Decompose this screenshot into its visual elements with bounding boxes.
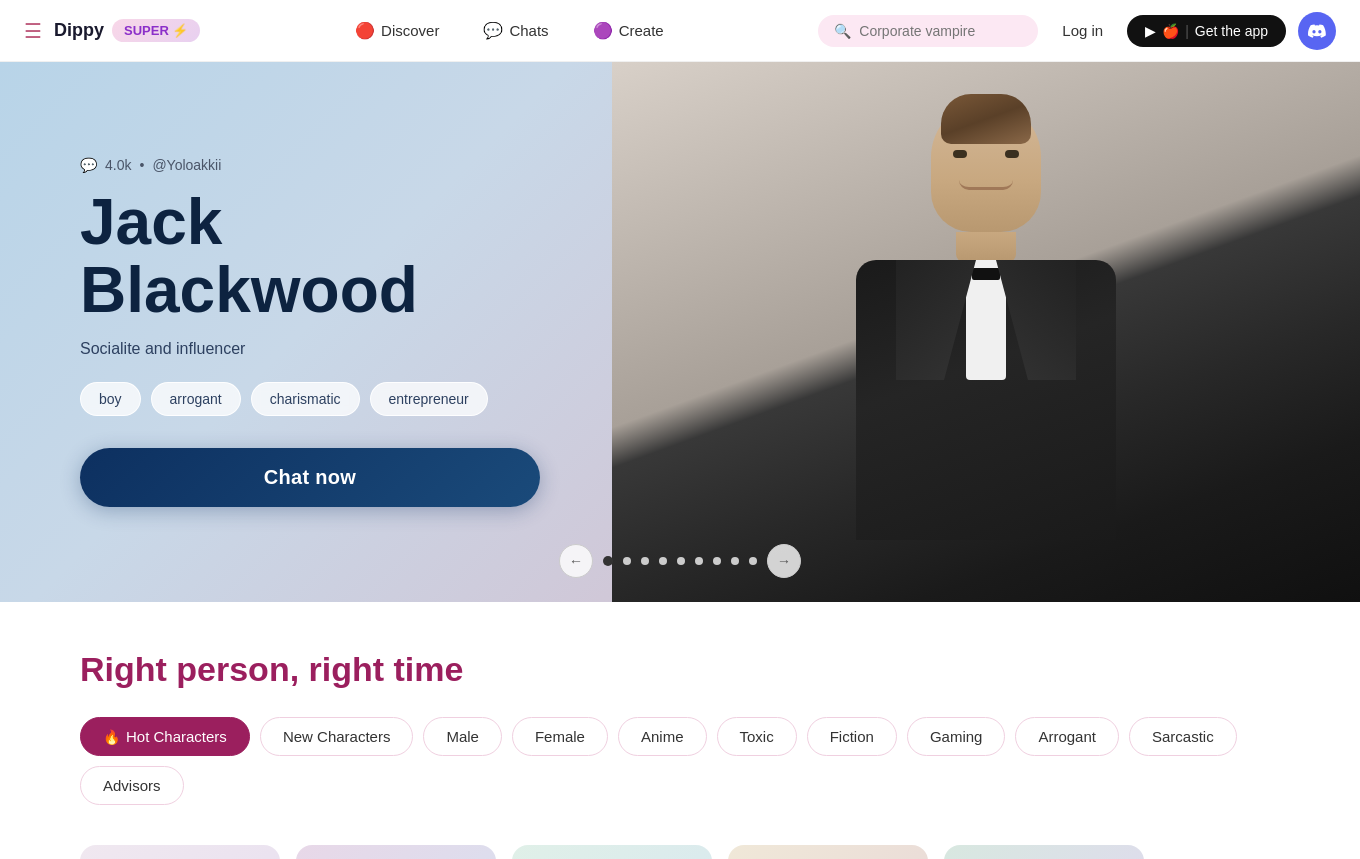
carousel-dot-4[interactable] (659, 557, 667, 565)
hero-name-line1: Jack (80, 186, 222, 258)
hero-section: 💬 4.0k • @Yoloakkii Jack Blackwood Socia… (0, 62, 1360, 602)
hero-chat-count: 4.0k (105, 157, 131, 173)
carousel-dot-1[interactable] (603, 556, 613, 566)
carousel-dot-6[interactable] (695, 557, 703, 565)
create-nav-item[interactable]: 🟣 Create (575, 13, 682, 48)
carousel-dot-3[interactable] (641, 557, 649, 565)
chat-count-icon: 💬 (80, 157, 97, 173)
tab-arrogant-label: Arrogant (1038, 728, 1096, 745)
carousel-dot-5[interactable] (677, 557, 685, 565)
category-tabs: 🔥 Hot Characters New Characters Male Fem… (80, 717, 1280, 805)
tab-toxic[interactable]: Toxic (717, 717, 797, 756)
tab-toxic-label: Toxic (740, 728, 774, 745)
nav-right: 🔍 Log in ▶ 🍎 | Get the app (818, 12, 1336, 50)
tab-arrogant[interactable]: Arrogant (1015, 717, 1119, 756)
character-card-3[interactable] (512, 845, 712, 859)
nav-left: ☰ Dippy SUPER ⚡ (24, 19, 200, 43)
apple-icon: 🍎 (1162, 23, 1179, 39)
character-card-1[interactable] (80, 845, 280, 859)
chats-nav-item[interactable]: 💬 Chats (465, 13, 566, 48)
carousel-dot-8[interactable] (731, 557, 739, 565)
tab-advisors-label: Advisors (103, 777, 161, 794)
hero-character-name: Jack Blackwood (80, 189, 520, 323)
tab-hot-characters-label: Hot Characters (126, 728, 227, 745)
hero-tag-boy[interactable]: boy (80, 382, 141, 416)
carousel-next-button[interactable]: → (767, 544, 801, 578)
character-card-2[interactable] (296, 845, 496, 859)
super-label: SUPER ⚡ (124, 23, 188, 38)
hero-content: 💬 4.0k • @Yoloakkii Jack Blackwood Socia… (0, 97, 600, 566)
fire-icon: 🔥 (103, 729, 120, 745)
tab-fiction-label: Fiction (830, 728, 874, 745)
create-icon: 🟣 (593, 21, 613, 40)
carousel-prev-button[interactable]: ← (559, 544, 593, 578)
character-card-5[interactable] (944, 845, 1144, 859)
discover-label: Discover (381, 22, 439, 39)
hero-name-line2: Blackwood (80, 254, 418, 326)
tab-female-label: Female (535, 728, 585, 745)
discover-nav-item[interactable]: 🔴 Discover (337, 13, 457, 48)
hero-tag-entrepreneur[interactable]: entrepreneur (370, 382, 488, 416)
create-label: Create (619, 22, 664, 39)
get-app-label: Get the app (1195, 23, 1268, 39)
tab-new-characters-label: New Characters (283, 728, 391, 745)
main-section: Right person, right time 🔥 Hot Character… (0, 602, 1360, 829)
tab-hot-characters[interactable]: 🔥 Hot Characters (80, 717, 250, 756)
menu-icon[interactable]: ☰ (24, 19, 42, 43)
hero-author: @Yoloakkii (152, 157, 221, 173)
super-badge[interactable]: SUPER ⚡ (112, 19, 200, 42)
chats-label: Chats (509, 22, 548, 39)
cards-strip (0, 829, 1360, 859)
carousel-dot-9[interactable] (749, 557, 757, 565)
chats-icon: 💬 (483, 21, 503, 40)
tab-sarcastic[interactable]: Sarcastic (1129, 717, 1237, 756)
discover-icon: 🔴 (355, 21, 375, 40)
login-button[interactable]: Log in (1050, 14, 1115, 47)
search-bar[interactable]: 🔍 (818, 15, 1038, 47)
section-title: Right person, right time (80, 650, 1280, 689)
tab-new-characters[interactable]: New Characters (260, 717, 414, 756)
carousel-dot-7[interactable] (713, 557, 721, 565)
search-icon: 🔍 (834, 23, 851, 39)
hero-tag-arrogant[interactable]: arrogant (151, 382, 241, 416)
tab-advisors[interactable]: Advisors (80, 766, 184, 805)
hero-tags: boy arrogant charismatic entrepreneur (80, 382, 520, 416)
get-app-button[interactable]: ▶ 🍎 | Get the app (1127, 15, 1286, 47)
chat-now-button[interactable]: Chat now (80, 448, 540, 507)
tab-male[interactable]: Male (423, 717, 502, 756)
tab-female[interactable]: Female (512, 717, 608, 756)
tab-sarcastic-label: Sarcastic (1152, 728, 1214, 745)
tab-male-label: Male (446, 728, 479, 745)
tab-gaming[interactable]: Gaming (907, 717, 1006, 756)
search-input[interactable] (859, 23, 1022, 39)
tab-anime[interactable]: Anime (618, 717, 707, 756)
hero-meta: 💬 4.0k • @Yoloakkii (80, 157, 520, 173)
carousel-dot-2[interactable] (623, 557, 631, 565)
play-icon: ▶ (1145, 23, 1156, 39)
character-card-4[interactable] (728, 845, 928, 859)
nav-center: 🔴 Discover 💬 Chats 🟣 Create (337, 13, 682, 48)
app-logo[interactable]: Dippy (54, 20, 104, 41)
hero-character-image (612, 62, 1360, 602)
carousel-controls: ← → (559, 544, 801, 578)
navbar: ☰ Dippy SUPER ⚡ 🔴 Discover 💬 Chats 🟣 Cre… (0, 0, 1360, 62)
hero-subtitle: Socialite and influencer (80, 340, 520, 358)
tab-fiction[interactable]: Fiction (807, 717, 897, 756)
hero-tag-charismatic[interactable]: charismatic (251, 382, 360, 416)
discord-button[interactable] (1298, 12, 1336, 50)
tab-gaming-label: Gaming (930, 728, 983, 745)
tab-anime-label: Anime (641, 728, 684, 745)
